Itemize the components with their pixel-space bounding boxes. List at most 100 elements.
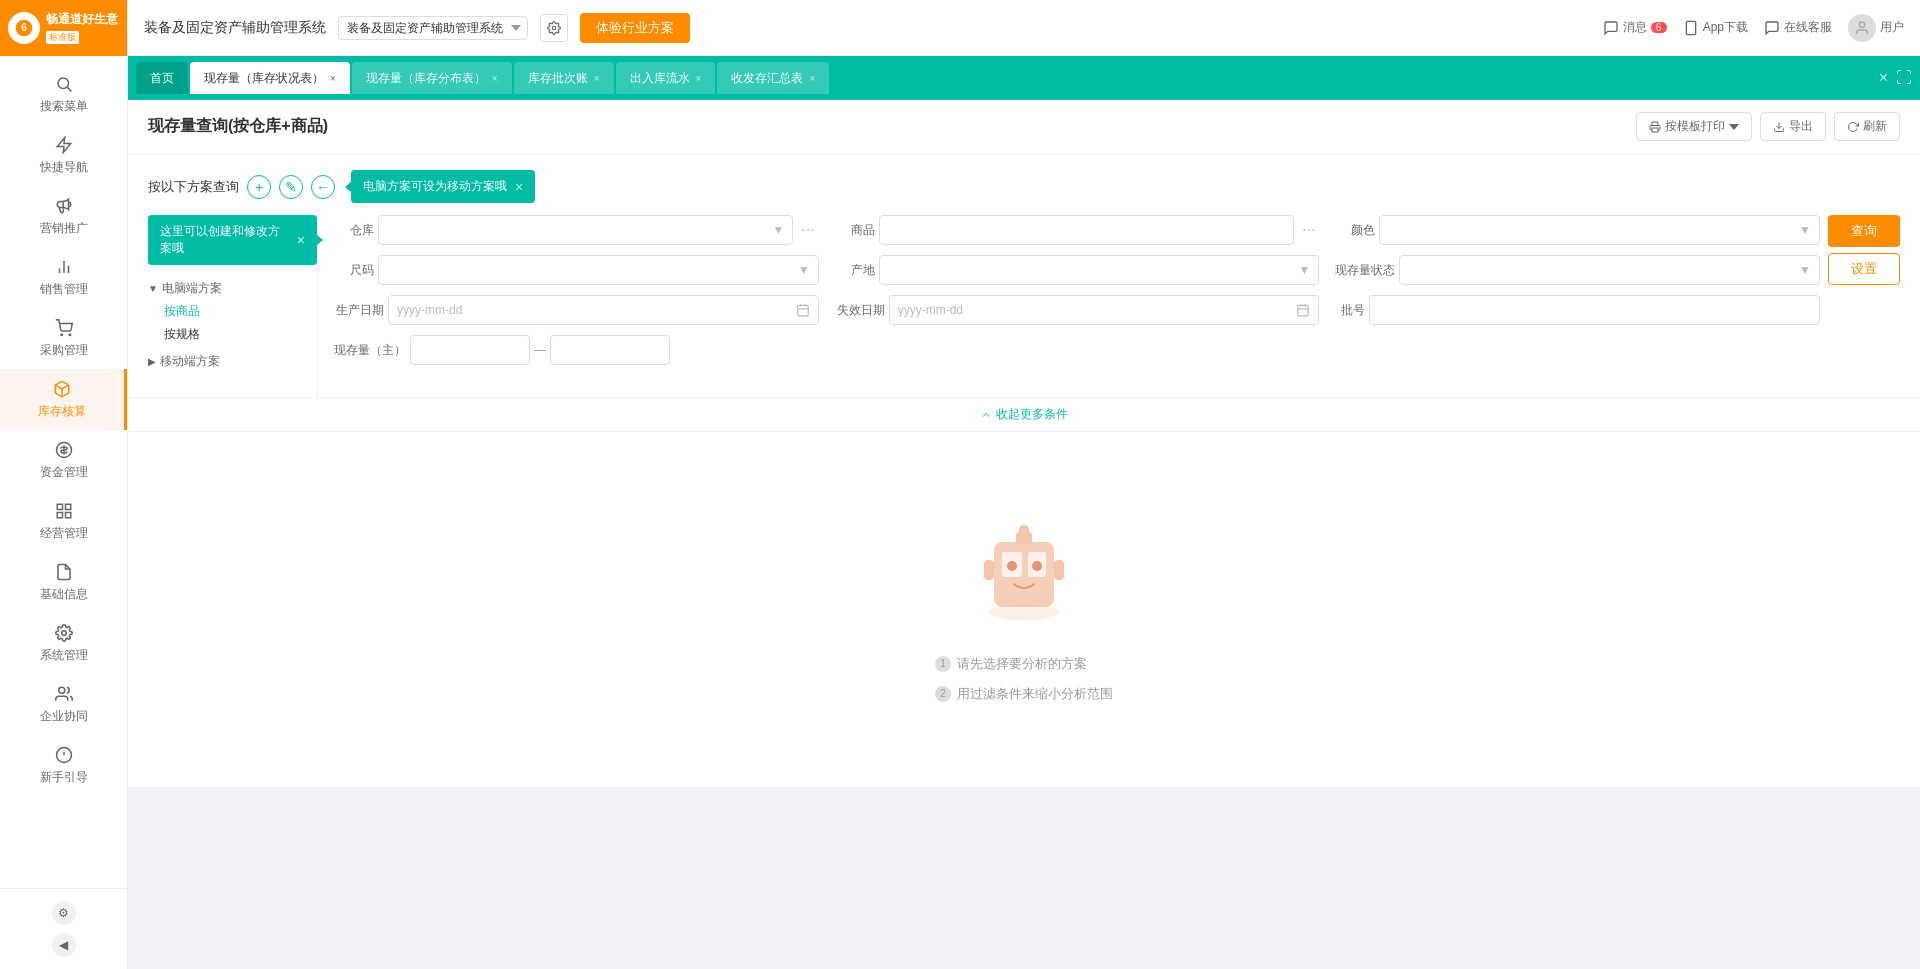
schema-section-desktop-title[interactable]: ▼ 电脑端方案 <box>148 277 317 300</box>
filter-row1: 仓库 ▼ ··· 商品 <box>334 215 1820 245</box>
header-left: 装备及固定资产辅助管理系统 装备及固定资产辅助管理系统 体验行业方案 <box>144 13 690 43</box>
filter-edit-btn[interactable]: ✎ <box>279 175 303 199</box>
tab-flow[interactable]: 出入库流水 × <box>616 62 716 94</box>
management-icon <box>54 501 74 521</box>
svg-rect-44 <box>1054 560 1064 580</box>
schema-section-mobile-title[interactable]: ▶ 移动端方案 <box>148 350 317 373</box>
tab-fullscreen-btn[interactable]: ⛶ <box>1896 69 1912 87</box>
warehouse-more-btn[interactable]: ··· <box>797 221 818 239</box>
online-service-action[interactable]: 在线客服 <box>1764 19 1832 36</box>
schema-panel: 这里可以创建和修改方案哦 × ▼ 电脑端方案 按商品 <box>148 215 318 397</box>
tab-close-icon[interactable]: × <box>330 73 336 84</box>
sidebar-item-purchase[interactable]: 采购管理 <box>0 308 127 369</box>
filter-row4: 现存量（主） — <box>334 335 1820 365</box>
empty-tip2: 2 用过滤条件来缩小分析范围 <box>935 681 1113 707</box>
range-separator: — <box>534 343 546 357</box>
filter-add-btn[interactable]: + <box>247 175 271 199</box>
stock-status-select[interactable]: ▼ <box>1399 255 1820 285</box>
tooltip1-text: 电脑方案可设为移动方案哦 <box>363 178 507 195</box>
svg-point-21 <box>552 26 556 30</box>
sidebar-item-quick[interactable]: 快捷导航 <box>0 125 127 186</box>
logo-title: 畅通道好生意 <box>46 12 118 28</box>
filter-area: 按以下方案查询 + ✎ ← 电脑方案可设为移动方案哦 × <box>128 154 1920 432</box>
sidebar-item-marketing[interactable]: 营销推广 <box>0 186 127 247</box>
filter-back-btn[interactable]: ← <box>311 175 335 199</box>
goods-more-btn[interactable]: ··· <box>1298 221 1319 239</box>
chart-icon <box>54 257 74 277</box>
header-right: 消息 6 App下载 在线客服 用户 <box>1603 14 1904 42</box>
expire-date-input[interactable]: yyyy-mm-dd <box>889 295 1320 325</box>
sidebar-item-management[interactable]: 经营管理 <box>0 491 127 552</box>
online-service-label: 在线客服 <box>1784 19 1832 36</box>
expire-date-label: 失效日期 <box>835 302 885 319</box>
svg-point-17 <box>58 687 64 693</box>
tab-batch[interactable]: 库存批次账 × <box>514 62 614 94</box>
settings-icon <box>54 623 74 643</box>
tab-bar: 首页 现存量（库存状况表） × 现存量（库存分布表） × 库存批次账 × 出入库… <box>128 56 1920 100</box>
svg-point-9 <box>69 334 71 336</box>
tooltip2-text: 这里可以创建和修改方案哦 <box>160 223 289 257</box>
tab-close-icon[interactable]: × <box>696 73 702 84</box>
stock-qty-end[interactable] <box>550 335 670 365</box>
sidebar-settings-btn[interactable]: ⚙ <box>52 901 76 925</box>
schema-item-by-spec[interactable]: 按规格 <box>164 323 317 346</box>
tab-inventory-status[interactable]: 现存量（库存状况表） × <box>190 62 350 94</box>
sidebar-item-label: 库存核算 <box>38 403 86 420</box>
system-selector[interactable]: 装备及固定资产辅助管理系统 <box>338 16 528 40</box>
message-action[interactable]: 消息 6 <box>1603 19 1667 36</box>
sidebar-item-label: 系统管理 <box>40 647 88 664</box>
collapse-row[interactable]: 收起更多条件 <box>128 397 1920 431</box>
produce-date-placeholder: yyyy-mm-dd <box>397 303 462 317</box>
tooltip1-close[interactable]: × <box>515 179 523 195</box>
export-button[interactable]: 导出 <box>1760 112 1826 141</box>
batch-input[interactable] <box>1369 295 1820 325</box>
set-button[interactable]: 设置 <box>1828 253 1900 285</box>
tab-label: 库存批次账 <box>528 70 588 87</box>
sidebar-item-inventory[interactable]: 库存核算 <box>0 369 127 430</box>
solution-button[interactable]: 体验行业方案 <box>580 13 690 43</box>
goods-select[interactable] <box>879 215 1294 245</box>
stock-status-label: 现存量状态 <box>1335 262 1395 279</box>
lightning-icon <box>54 135 74 155</box>
tab-home[interactable]: 首页 <box>136 62 188 94</box>
tab-close-icon[interactable]: × <box>594 73 600 84</box>
warehouse-select[interactable]: ▼ <box>378 215 793 245</box>
sidebar-collapse-btn[interactable]: ◀ <box>52 933 76 957</box>
goods-label: 商品 <box>835 222 875 239</box>
filter-item-stock-status: 现存量状态 ▼ <box>1335 255 1820 285</box>
search-button[interactable]: 查询 <box>1828 215 1900 247</box>
tab-home-label: 首页 <box>150 70 174 87</box>
settings-button[interactable] <box>540 14 568 42</box>
print-button[interactable]: 按模板打印 <box>1636 112 1752 141</box>
stock-qty-start[interactable] <box>410 335 530 365</box>
filter-item-produce-date: 生产日期 yyyy-mm-dd <box>334 295 819 325</box>
sidebar-item-sales[interactable]: 销售管理 <box>0 247 127 308</box>
tooltip2-close[interactable]: × <box>297 232 305 248</box>
section-title-mobile: 移动端方案 <box>160 353 220 370</box>
schema-item-by-goods[interactable]: 按商品 <box>164 300 317 323</box>
produce-date-input[interactable]: yyyy-mm-dd <box>388 295 819 325</box>
refresh-button[interactable]: 刷新 <box>1834 112 1900 141</box>
tab-label: 现存量（库存状况表） <box>204 70 324 87</box>
sidebar-item-system[interactable]: 系统管理 <box>0 613 127 674</box>
user-action[interactable]: 用户 <box>1848 14 1904 42</box>
origin-select[interactable]: ▼ <box>879 255 1320 285</box>
tab-summary[interactable]: 收发存汇总表 × <box>717 62 829 94</box>
app-download-action[interactable]: App下载 <box>1683 19 1748 36</box>
tab-close-icon[interactable]: × <box>492 73 498 84</box>
filter-item-batch: 批号 <box>1335 295 1820 325</box>
sidebar-item-search[interactable]: 搜索菜单 <box>0 64 127 125</box>
header: 装备及固定资产辅助管理系统 装备及固定资产辅助管理系统 体验行业方案 消息 6 … <box>128 0 1920 56</box>
size-select[interactable]: ▼ <box>378 255 819 285</box>
sidebar-item-collab[interactable]: 企业协同 <box>0 674 127 735</box>
sidebar-item-finance[interactable]: 资金管理 <box>0 430 127 491</box>
box-icon <box>52 379 72 399</box>
tab-close-all-btn[interactable]: × <box>1879 69 1888 87</box>
tab-inventory-dist[interactable]: 现存量（库存分布表） × <box>352 62 512 94</box>
tab-close-icon[interactable]: × <box>809 73 815 84</box>
tooltip2: 这里可以创建和修改方案哦 × <box>148 215 317 265</box>
color-select[interactable]: ▼ <box>1379 215 1820 245</box>
sidebar-item-guide[interactable]: 新手引导 <box>0 735 127 796</box>
svg-line-3 <box>67 87 71 91</box>
sidebar-item-basic[interactable]: 基础信息 <box>0 552 127 613</box>
